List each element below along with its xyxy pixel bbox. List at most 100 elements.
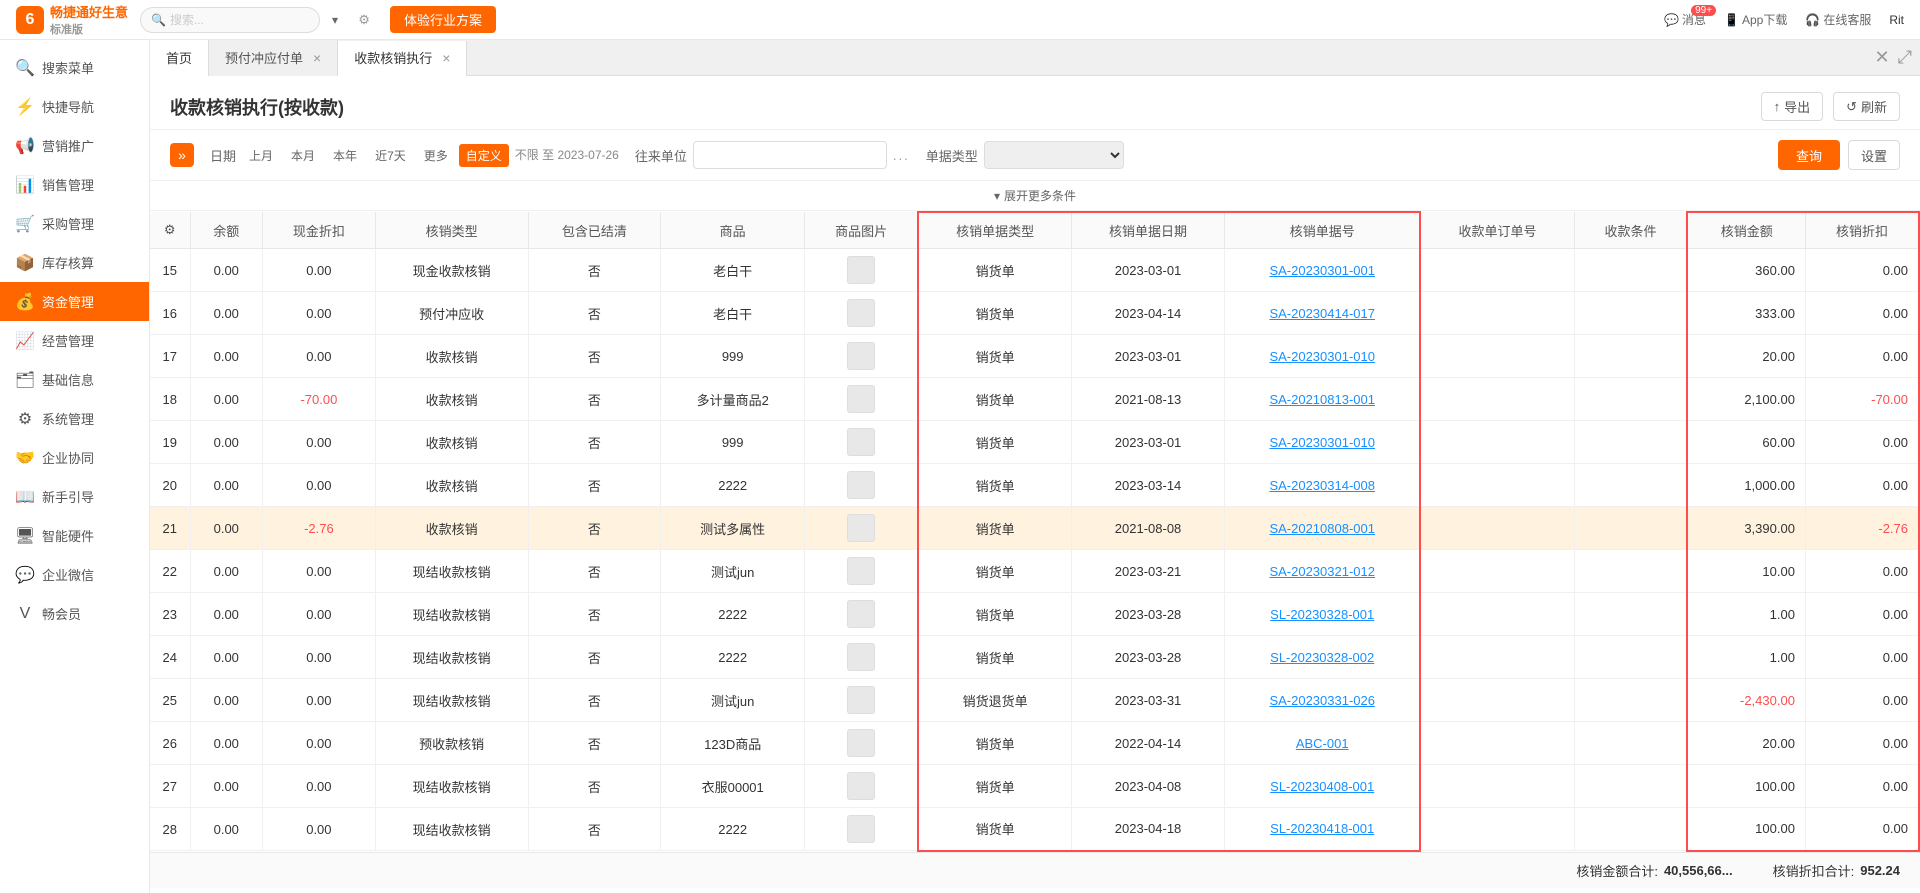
tab-home[interactable]: 首页 (150, 40, 209, 76)
cell-include-settled: 否 (528, 378, 661, 421)
export-icon: ↑ (1774, 99, 1781, 114)
sidebar-item-label: 搜索菜单 (42, 58, 94, 77)
tab-prepay[interactable]: 预付冲应付单 × (209, 40, 338, 76)
cell-write-off-amount: 3,390.00 (1687, 507, 1805, 550)
cell-write-off-type: 现结收款核销 (375, 636, 528, 679)
refresh-button[interactable]: ↺ 刷新 (1833, 92, 1900, 121)
date-btn-custom[interactable]: 自定义 (459, 144, 509, 167)
cell-bill-no[interactable]: SL-20230408-001 (1224, 765, 1420, 808)
cell-bill-no[interactable]: SA-20230331-026 (1224, 679, 1420, 722)
sidebar-item-search[interactable]: 🔍 搜索菜单 (0, 48, 149, 87)
filter-dots[interactable]: ... (893, 148, 910, 163)
app-download-link[interactable]: 📱 App下载 (1724, 11, 1787, 28)
cell-cash-discount: 0.00 (263, 765, 376, 808)
sidebar-item-wechat[interactable]: 💬 企业微信 (0, 555, 149, 594)
cell-bill-no[interactable]: SL-20230418-001 (1224, 808, 1420, 851)
export-button[interactable]: ↑ 导出 (1761, 92, 1824, 121)
sidebar-item-finance[interactable]: 💰 资金管理 (0, 282, 149, 321)
sidebar-item-inventory[interactable]: 📦 库存核算 (0, 243, 149, 282)
date-btn-this-month[interactable]: 本月 (284, 144, 322, 167)
cell-cash-discount: -70.00 (263, 378, 376, 421)
expand-button[interactable]: ▾ 展开更多条件 (994, 187, 1076, 204)
app-version: 标准版 (50, 21, 128, 37)
cell-balance: 0.00 (190, 292, 263, 335)
top-bar-right: 💬 消息 99+ 📱 App下载 🎧 在线客服 Rit (1664, 11, 1904, 28)
th-settings[interactable]: ⚙ (150, 212, 190, 249)
cell-write-off-amount: 60.00 (1687, 421, 1805, 464)
cell-include-settled: 否 (528, 593, 661, 636)
sidebar-item-purchase[interactable]: 🛒 采购管理 (0, 204, 149, 243)
sidebar-item-guide[interactable]: 📖 新手引导 (0, 477, 149, 516)
cell-write-off-type: 收款核销 (375, 507, 528, 550)
cell-bill-no[interactable]: SL-20230328-001 (1224, 593, 1420, 636)
cell-receipt-condition (1574, 636, 1687, 679)
cell-receipt-order-no (1420, 335, 1574, 378)
cell-bill-date: 2023-03-31 (1072, 679, 1225, 722)
cell-product: 123D商品 (661, 722, 805, 765)
sidebar-item-system[interactable]: ⚙ 系统管理 (0, 399, 149, 438)
tab-close-prepay[interactable]: × (313, 51, 321, 65)
sidebar-item-management[interactable]: 📈 经营管理 (0, 321, 149, 360)
finance-icon: 💰 (16, 293, 34, 311)
cell-bill-date: 2023-03-14 (1072, 464, 1225, 507)
filter-collapse-btn[interactable]: » (170, 143, 194, 167)
date-btn-last-month[interactable]: 上月 (242, 144, 280, 167)
total-discount-label: 核销折扣合计: (1773, 861, 1855, 880)
cell-id: 27 (150, 765, 190, 808)
cell-bill-no[interactable]: SA-20230301-010 (1224, 421, 1420, 464)
total-amount-label: 核销金额合计: (1576, 861, 1658, 880)
column-settings-icon[interactable]: ⚙ (164, 222, 176, 237)
tab-close-writeoff[interactable]: × (442, 51, 450, 65)
cell-bill-no[interactable]: SA-20230321-012 (1224, 550, 1420, 593)
cell-bill-no[interactable]: SA-20210808-001 (1224, 507, 1420, 550)
date-label: 日期 (210, 146, 236, 165)
cell-write-off-discount: 0.00 (1805, 593, 1919, 636)
query-button[interactable]: 查询 (1778, 140, 1840, 170)
date-btn-this-year[interactable]: 本年 (326, 144, 364, 167)
cell-bill-no[interactable]: SA-20230314-008 (1224, 464, 1420, 507)
cell-id: 19 (150, 421, 190, 464)
bill-type-select[interactable] (984, 141, 1124, 169)
cell-balance: 0.00 (190, 636, 263, 679)
cell-bill-no[interactable]: SA-20210813-001 (1224, 378, 1420, 421)
cell-balance: 0.00 (190, 722, 263, 765)
cell-bill-no[interactable]: ABC-001 (1224, 722, 1420, 765)
date-btn-more[interactable]: 更多 (417, 144, 455, 167)
cell-write-off-discount: 0.00 (1805, 249, 1919, 292)
solution-button[interactable]: 体验行业方案 (390, 6, 496, 33)
cell-receipt-order-no (1420, 679, 1574, 722)
user-name[interactable]: Rit (1889, 13, 1904, 27)
sidebar-item-label: 智能硬件 (42, 526, 94, 545)
sidebar-item-sales[interactable]: 📊 销售管理 (0, 165, 149, 204)
settings-icon[interactable]: ⚙ (350, 6, 378, 34)
date-btn-7days[interactable]: 近7天 (368, 144, 413, 167)
dropdown-trigger[interactable]: ▾ (332, 13, 338, 27)
sidebar-item-basic-info[interactable]: 🗂 基础信息 (0, 360, 149, 399)
cell-bill-no[interactable]: SL-20230328-002 (1224, 636, 1420, 679)
cell-product-img (805, 679, 918, 722)
cell-write-off-discount: -70.00 (1805, 378, 1919, 421)
message-badge[interactable]: 💬 消息 99+ (1664, 11, 1706, 28)
sidebar-item-member[interactable]: V 畅会员 (0, 594, 149, 633)
top-search[interactable]: 🔍 搜索... (140, 7, 320, 33)
cell-balance: 0.00 (190, 249, 263, 292)
cell-product-img (805, 636, 918, 679)
filter-settings-button[interactable]: 设置 (1848, 140, 1900, 170)
cell-write-off-amount: 1.00 (1687, 636, 1805, 679)
cell-bill-no[interactable]: SA-20230414-017 (1224, 292, 1420, 335)
partner-input[interactable] (693, 141, 887, 169)
table-row: 26 0.00 0.00 预收款核销 否 123D商品 销货单 2022-04-… (150, 722, 1919, 765)
sidebar-item-hardware[interactable]: 🖥 智能硬件 (0, 516, 149, 555)
table-row: 16 0.00 0.00 预付冲应收 否 老白干 销货单 2023-04-14 … (150, 292, 1919, 335)
online-service-link[interactable]: 🎧 在线客服 (1805, 11, 1871, 28)
sidebar-item-collaboration[interactable]: 🤝 企业协同 (0, 438, 149, 477)
cell-receipt-condition (1574, 722, 1687, 765)
cell-bill-no[interactable]: SA-20230301-010 (1224, 335, 1420, 378)
cell-write-off-type: 现金收款核销 (375, 249, 528, 292)
tab-close-icon[interactable]: ✕ (1875, 47, 1890, 68)
tab-expand-icon[interactable]: ⤢ (1898, 47, 1912, 68)
sidebar-item-marketing[interactable]: 📢 营销推广 (0, 126, 149, 165)
cell-bill-no[interactable]: SA-20230301-001 (1224, 249, 1420, 292)
sidebar-item-quick-nav[interactable]: ⚡ 快捷导航 (0, 87, 149, 126)
tab-writeoff[interactable]: 收款核销执行 × (338, 41, 467, 77)
